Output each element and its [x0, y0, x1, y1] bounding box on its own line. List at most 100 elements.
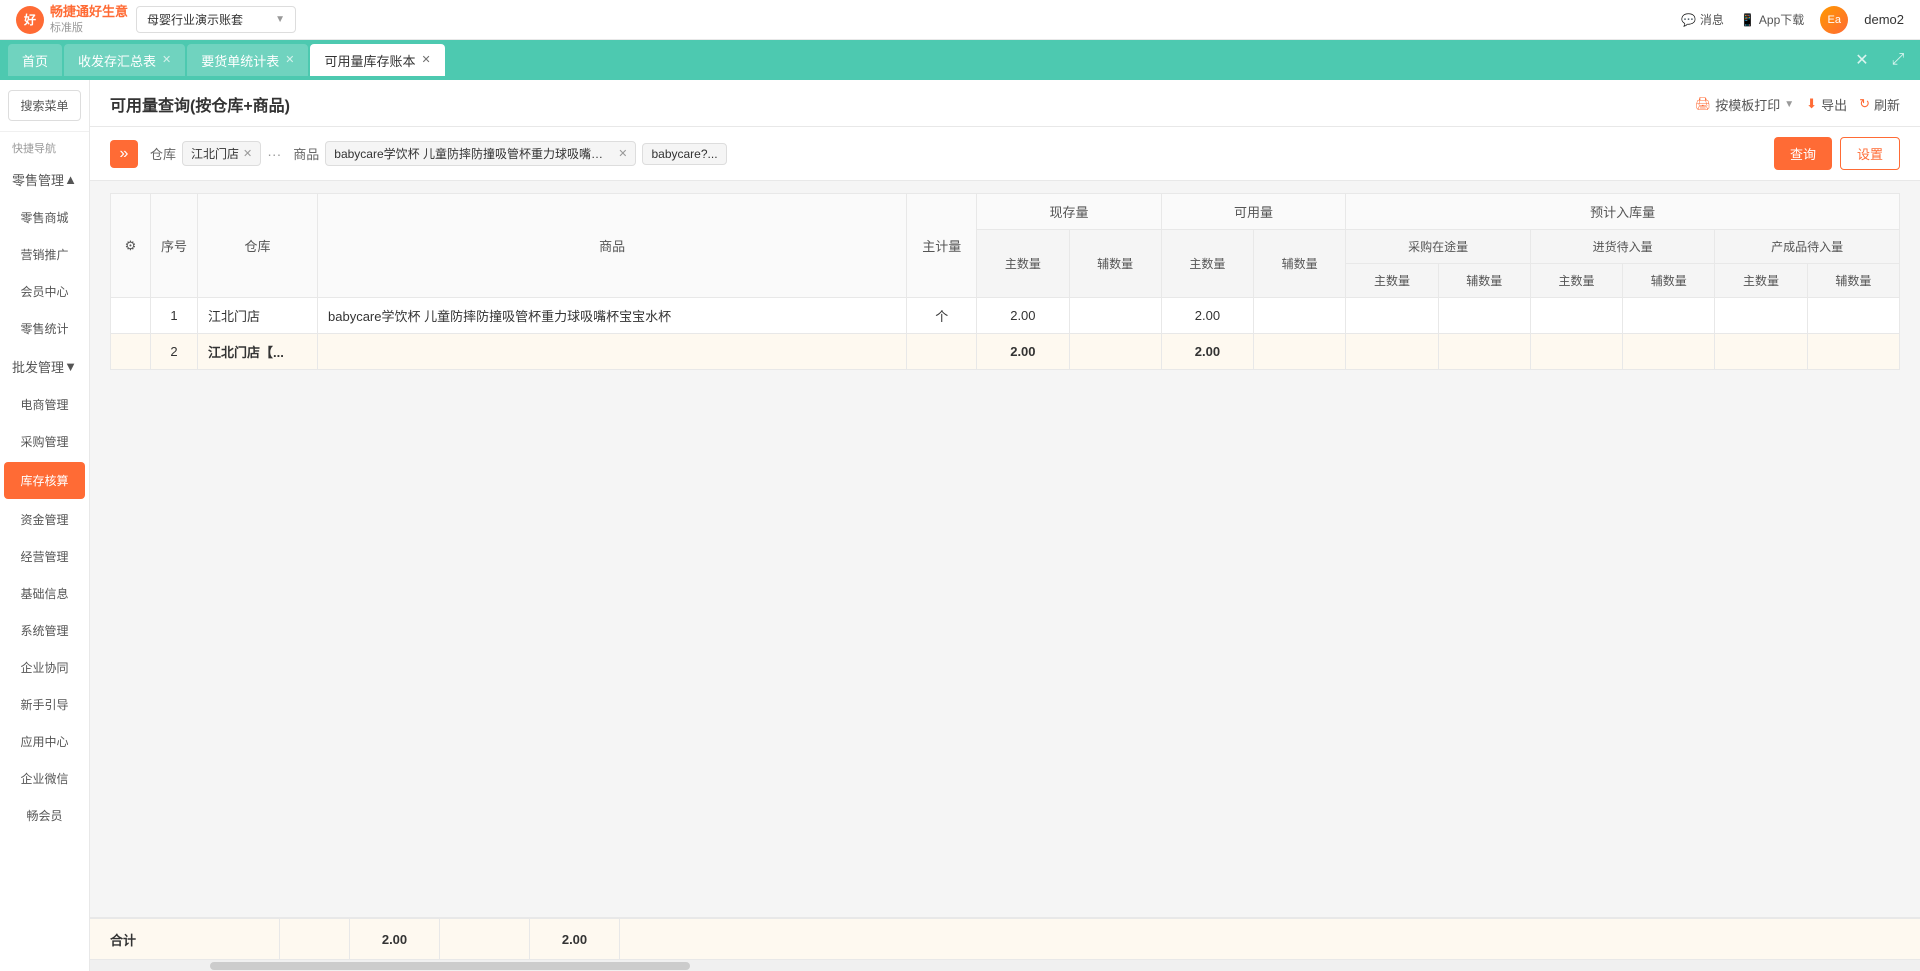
- sidebar: 搜索菜单 快捷导航 零售管理 ▲ 零售商城 营销推广 会员中心 零售统计 批发管…: [0, 80, 90, 971]
- refresh-label: 刷新: [1874, 95, 1900, 114]
- tab-close-all-btn[interactable]: ✕: [1848, 46, 1876, 74]
- row1-stock-main: 2.00: [977, 298, 1069, 334]
- query-btn[interactable]: 查询: [1774, 137, 1832, 170]
- th-warehouse: 仓库: [198, 194, 318, 298]
- sidebar-item-member-label: 畅会员: [26, 807, 62, 824]
- app-download-btn[interactable]: 📱 App下载: [1740, 11, 1804, 28]
- row1-purchase-aux: [1438, 298, 1530, 334]
- tab-order-summary-close[interactable]: ✕: [285, 55, 294, 66]
- row1-purchase-main: [1346, 298, 1438, 334]
- product-filter-tag1-remove[interactable]: ✕: [618, 147, 627, 160]
- refresh-icon: ↻: [1859, 96, 1870, 112]
- sidebar-item-inventory-label: 库存核算: [20, 472, 68, 489]
- app-download-icon: 📱: [1740, 13, 1755, 27]
- avatar[interactable]: Ea: [1820, 6, 1848, 34]
- chevron-up-icon: ▲: [64, 172, 77, 187]
- warehouse-filter-tag[interactable]: 江北门店 ✕: [182, 141, 261, 166]
- sidebar-item-member-center[interactable]: 会员中心: [0, 273, 89, 310]
- sidebar-item-purchase-mgmt[interactable]: 采购管理: [0, 423, 89, 460]
- message-icon: 💬: [1681, 13, 1696, 27]
- sidebar-item-member[interactable]: 畅会员: [0, 797, 89, 834]
- filter-toggle-btn[interactable]: »: [110, 140, 138, 168]
- sidebar-item-marketing-label: 营销推广: [20, 246, 68, 263]
- top-bar-right: 💬 消息 📱 App下载 Ea demo2: [1681, 6, 1904, 34]
- row1-product: babycare学饮杯 儿童防摔防撞吸管杯重力球吸嘴杯宝宝水杯: [318, 298, 907, 334]
- sidebar-item-ecommerce-mgmt[interactable]: 电商管理: [0, 386, 89, 423]
- filter-action-buttons: 查询 设置: [1774, 137, 1900, 170]
- export-btn[interactable]: ⬇ 导出: [1806, 95, 1847, 114]
- sidebar-item-sys-mgmt[interactable]: 系统管理: [0, 612, 89, 649]
- account-selector[interactable]: 母婴行业演示账套 ▼: [136, 6, 296, 33]
- row2-inbound-aux: [1623, 334, 1715, 370]
- sidebar-item-enterprise-collab[interactable]: 企业协同: [0, 649, 89, 686]
- avatar-initials: Ea: [1828, 14, 1841, 26]
- sidebar-item-new-guide[interactable]: 新手引导: [0, 686, 89, 723]
- sidebar-item-retail-mgmt[interactable]: 零售管理 ▲: [0, 160, 89, 199]
- table-row: 1 江北门店 babycare学饮杯 儿童防摔防撞吸管杯重力球吸嘴杯宝宝水杯 个…: [111, 298, 1900, 334]
- footer-values: 2.00 2.00: [280, 919, 1920, 959]
- sidebar-item-wholesale-mgmt[interactable]: 批发管理 ▼: [0, 347, 89, 386]
- tab-home[interactable]: 首页: [8, 44, 62, 76]
- refresh-btn[interactable]: ↻ 刷新: [1859, 95, 1900, 114]
- sidebar-item-basic-info[interactable]: 基础信息: [0, 575, 89, 612]
- sidebar-item-retail-mall[interactable]: 零售商城: [0, 199, 89, 236]
- top-bar: 好 畅捷通好生意 标准版 母婴行业演示账套 ▼ 💬 消息 📱 App下载 Ea …: [0, 0, 1920, 40]
- sidebar-item-app-center[interactable]: 应用中心: [0, 723, 89, 760]
- tab-receive-summary-close[interactable]: ✕: [162, 55, 171, 66]
- sidebar-item-ops-mgmt[interactable]: 经营管理: [0, 538, 89, 575]
- th-settings[interactable]: ⚙: [111, 194, 151, 298]
- row1-warehouse: 江北门店: [198, 298, 318, 334]
- tab-available-ledger-close[interactable]: ✕: [422, 55, 431, 66]
- sidebar-item-inventory-check[interactable]: 库存核算: [4, 462, 85, 499]
- tab-order-summary-label: 要货单统计表: [201, 51, 279, 70]
- row2-stock-main: 2.00: [977, 334, 1069, 370]
- th-available: 可用量: [1161, 194, 1346, 230]
- template-print-btn[interactable]: 🖨 按模板打印 ▼: [1695, 95, 1794, 114]
- sidebar-item-finance-mgmt[interactable]: 资金管理: [0, 501, 89, 538]
- sidebar-item-marketing[interactable]: 营销推广: [0, 236, 89, 273]
- app-download-label: App下载: [1759, 11, 1804, 28]
- horizontal-scrollbar[interactable]: [90, 959, 1920, 971]
- chevron-down-icon2: ▼: [1784, 99, 1794, 110]
- sidebar-item-retail-mgmt-label: 零售管理: [12, 170, 64, 189]
- logo-text: 畅捷通好生意: [50, 4, 128, 20]
- warehouse-filter-label: 仓库: [150, 144, 176, 163]
- header-actions: 🖨 按模板打印 ▼ ⬇ 导出 ↻ 刷新: [1695, 95, 1900, 114]
- sidebar-search-btn[interactable]: 搜索菜单: [8, 90, 81, 121]
- row2-finished-main: [1715, 334, 1807, 370]
- template-print-label: 按模板打印: [1715, 95, 1780, 114]
- warehouse-filter-remove[interactable]: ✕: [243, 147, 252, 160]
- table-row: 2 江北门店【... 2.00 2.00: [111, 334, 1900, 370]
- sidebar-item-finance-label: 资金管理: [20, 511, 68, 528]
- sidebar-item-retail-stats[interactable]: 零售统计: [0, 310, 89, 347]
- scrollbar-thumb[interactable]: [210, 962, 690, 970]
- warehouse-filter-more[interactable]: ···: [267, 146, 281, 162]
- sidebar-item-ops-label: 经营管理: [20, 548, 68, 565]
- logo-icon: 好: [16, 6, 44, 34]
- tab-available-ledger[interactable]: 可用量库存账本 ✕: [310, 44, 444, 76]
- sidebar-item-enterprise-wechat[interactable]: 企业微信: [0, 760, 89, 797]
- product-filter-tag2[interactable]: babycare?...: [642, 143, 726, 165]
- sidebar-item-retail-mall-label: 零售商城: [20, 209, 68, 226]
- product-filter-tag1[interactable]: babycare学饮杯 儿童防摔防撞吸管杯重力球吸嘴杯宝宝水杯 ✕: [325, 141, 636, 166]
- tab-expand-btn[interactable]: ⤢: [1884, 46, 1912, 74]
- th-inbound-aux: 辅数量: [1623, 264, 1715, 298]
- row2-purchase-main: [1346, 334, 1438, 370]
- sidebar-item-ecommerce-label: 电商管理: [20, 396, 68, 413]
- sidebar-item-sys-label: 系统管理: [20, 622, 68, 639]
- settings-btn[interactable]: 设置: [1840, 137, 1900, 170]
- content-area: 可用量查询(按仓库+商品) 🖨 按模板打印 ▼ ⬇ 导出 ↻ 刷新: [90, 80, 1920, 971]
- top-bar-left: 好 畅捷通好生意 标准版 母婴行业演示账套 ▼: [16, 4, 296, 36]
- table-footer: 合计 2.00 2.00: [90, 917, 1920, 959]
- th-main-unit: 主计量: [907, 194, 977, 298]
- print-icon: 🖨: [1695, 96, 1712, 112]
- sidebar-item-member-center-label: 会员中心: [20, 283, 68, 300]
- message-btn[interactable]: 💬 消息: [1681, 11, 1724, 28]
- row2-avail-aux: [1254, 334, 1346, 370]
- row2-stock-aux: [1069, 334, 1161, 370]
- th-avail-aux: 辅数量: [1254, 230, 1346, 298]
- product-filter-value1: babycare学饮杯 儿童防摔防撞吸管杯重力球吸嘴杯宝宝水杯: [334, 145, 614, 162]
- tab-order-summary[interactable]: 要货单统计表 ✕: [187, 44, 308, 76]
- tab-receive-summary[interactable]: 收发存汇总表 ✕: [64, 44, 185, 76]
- row2-product: [318, 334, 907, 370]
